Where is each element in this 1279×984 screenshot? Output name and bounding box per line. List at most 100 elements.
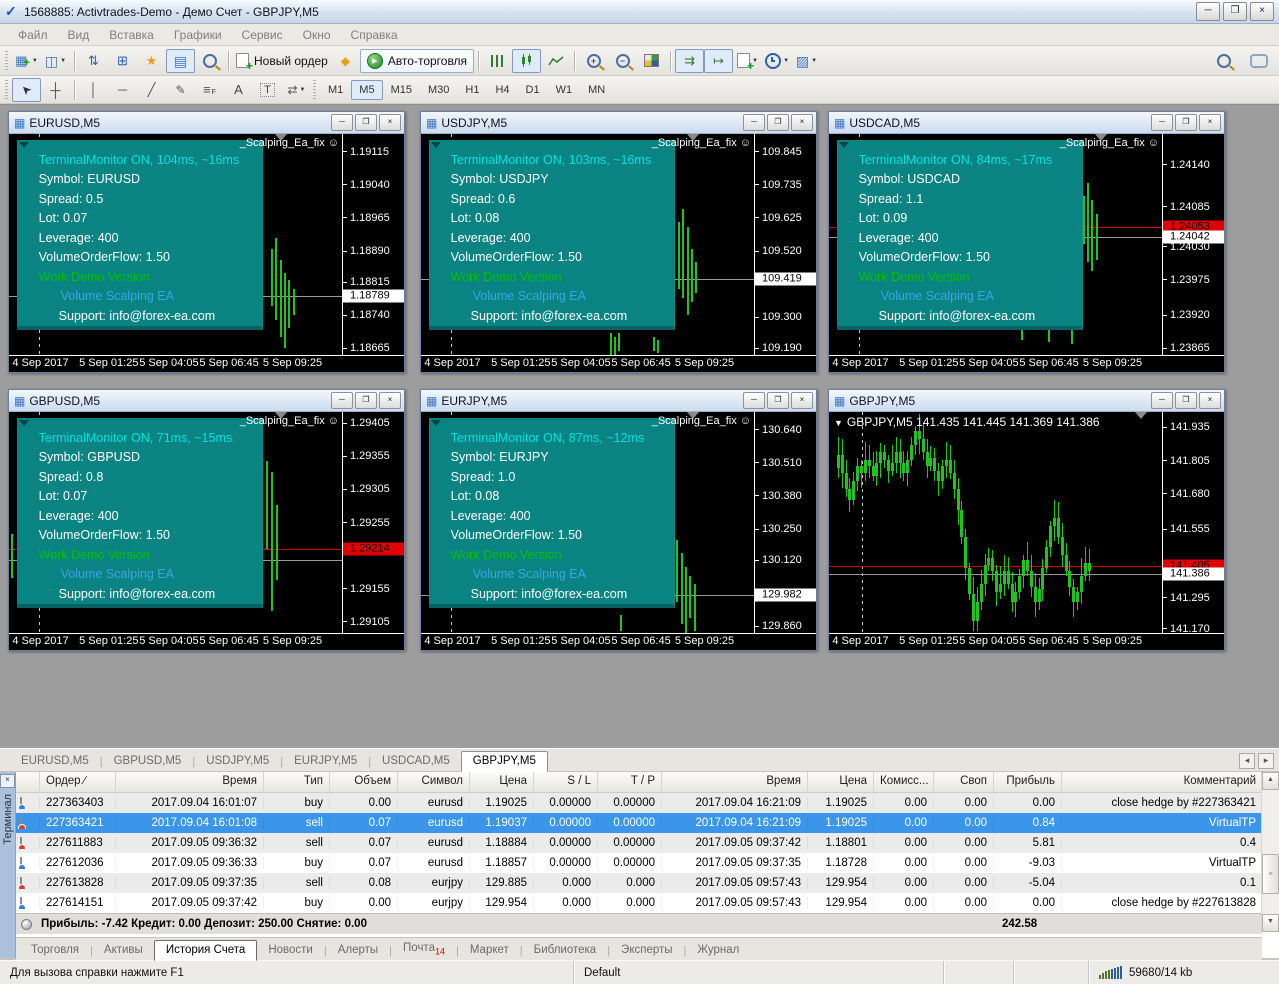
chart-minimize-button[interactable]: ─	[1151, 114, 1173, 131]
chart-restore-button[interactable]: ❐	[767, 114, 789, 131]
chart-window-titlebar[interactable]: ▦ EURUSD,M5 ─ ❐ ×	[9, 112, 404, 134]
terminal-tab-trade[interactable]: Торговля	[20, 941, 90, 960]
chart-plot-eurjpy[interactable]: TerminalMonitor ON, 87ms, ~12ms Symbol: E…	[421, 412, 754, 633]
chart-tab-eurusd-m5[interactable]: EURUSD,M5	[10, 752, 100, 771]
chart-minimize-button[interactable]: ─	[743, 392, 765, 409]
scrollbar-track[interactable]: ≡	[1262, 790, 1279, 914]
toolbar-grip[interactable]	[5, 79, 8, 100]
chart-restore-button[interactable]: ❐	[767, 392, 789, 409]
chart-restore-button[interactable]: ❐	[1175, 114, 1197, 131]
vline-tool-button[interactable]: │	[79, 78, 108, 102]
menu-window[interactable]: Окно	[293, 26, 341, 44]
chart-tab-usdjpy-m5[interactable]: USDJPY,M5	[195, 752, 280, 771]
column-header-order[interactable]: Ордер ∕	[40, 772, 116, 792]
text-tool-button[interactable]: A	[224, 78, 253, 102]
table-row-order-227363421[interactable]: 227363421 2017.09.04 16:01:08 sell 0.07 euru…	[16, 813, 1262, 833]
chart-window-titlebar[interactable]: ▦ USDCAD,M5 ─ ❐ ×	[829, 112, 1224, 134]
terminal-tab-news[interactable]: Новости	[257, 941, 324, 960]
price-scale-gbpjpy[interactable]: 141.935 141.805 141.680 141.555 141.295 141.1…	[1162, 412, 1224, 635]
column-header-sl[interactable]: S / L	[534, 772, 598, 792]
terminal-tab-market[interactable]: Маркет	[459, 941, 520, 960]
column-header-symbol[interactable]: Символ	[398, 772, 470, 792]
terminal-button[interactable]: ▤	[166, 48, 195, 73]
menu-service[interactable]: Сервис	[232, 26, 293, 44]
tile-windows-button[interactable]	[637, 49, 666, 73]
zoom-out-button[interactable]: −	[608, 49, 637, 73]
tab-scroll-right-icon[interactable]: ▸	[1258, 753, 1274, 769]
timeframe-mn-button[interactable]: MN	[580, 80, 613, 100]
terminal-tab-account-history[interactable]: История Счета	[153, 940, 258, 961]
table-row-order-227612036[interactable]: 227612036 2017.09.05 09:36:33 buy 0.07 eurus…	[16, 853, 1262, 873]
column-header-price2[interactable]: Цена	[808, 772, 874, 792]
toolbar-grip[interactable]	[5, 50, 8, 71]
trendline-tool-button[interactable]: ╱	[137, 78, 166, 102]
chat-icon-button[interactable]	[1244, 49, 1273, 73]
new-chart-button[interactable]: ▦ + ▼	[12, 49, 41, 73]
chart-restore-button[interactable]: ❐	[355, 392, 377, 409]
table-row-order-227613828[interactable]: 227613828 2017.09.05 09:37:35 sell 0.08 eurj…	[16, 873, 1262, 893]
timeframe-h1-button[interactable]: H1	[457, 80, 487, 100]
chart-plot-eurusd[interactable]: TerminalMonitor ON, 104ms, ~16ms Symbol: …	[9, 134, 342, 355]
periods-button[interactable]: ▼	[762, 49, 792, 73]
auto-scroll-button[interactable]: ⇉	[675, 48, 705, 73]
timeframe-m30-button[interactable]: M30	[420, 80, 457, 100]
chart-shift-button[interactable]: ↦	[704, 48, 734, 73]
data-window-button[interactable]: ⊞	[108, 49, 137, 73]
fibo-tool-button[interactable]: ≡ F	[195, 78, 224, 102]
search-icon-button[interactable]	[1209, 49, 1238, 73]
terminal-tab-alerts[interactable]: Алерты	[327, 941, 389, 960]
chart-restore-button[interactable]: ❐	[1175, 392, 1197, 409]
scrollbar-up-icon[interactable]: ▲	[1262, 772, 1279, 790]
timeframe-h4-button[interactable]: H4	[487, 80, 517, 100]
window-close-button[interactable]: ×	[1250, 2, 1274, 21]
autotrade-button[interactable]: ▶ Авто-торговля	[359, 48, 475, 73]
cursor-tool-button[interactable]: ➤	[12, 77, 41, 102]
column-header-swap[interactable]: Своп	[934, 772, 994, 792]
strategy-tester-button[interactable]	[195, 49, 224, 73]
column-header-time2[interactable]: Время	[662, 772, 808, 792]
chart-minimize-button[interactable]: ─	[743, 114, 765, 131]
navigator-button[interactable]: ★	[137, 49, 166, 73]
new-order-button[interactable]: Новый ордер	[233, 49, 331, 73]
timeframe-w1-button[interactable]: W1	[548, 80, 581, 100]
timeframe-m15-button[interactable]: M15	[383, 80, 420, 100]
chart-close-button[interactable]: ×	[379, 114, 401, 131]
status-profile[interactable]: Default	[574, 961, 944, 984]
chart-plot-usdjpy[interactable]: TerminalMonitor ON, 103ms, ~16ms Symbol: …	[421, 134, 754, 355]
chart-tab-eurjpy-m5[interactable]: EURJPY,M5	[283, 752, 368, 771]
price-scale-eurusd[interactable]: 1.19115 1.19040 1.18965 1.18890 1.18815 1.187…	[342, 134, 404, 355]
chart-close-button[interactable]: ×	[1199, 392, 1221, 409]
chart-minimize-button[interactable]: ─	[1151, 392, 1173, 409]
table-scrollbar[interactable]: ▲ ≡ ▼	[1261, 772, 1279, 932]
tab-scroll-left-icon[interactable]: ◂	[1239, 753, 1255, 769]
market-watch-button[interactable]: ⇅	[79, 49, 108, 73]
chart-plot-gbpusd[interactable]: TerminalMonitor ON, 71ms, ~15ms Symbol: G…	[9, 412, 342, 633]
chart-restore-button[interactable]: ❐	[355, 114, 377, 131]
chart-minimize-button[interactable]: ─	[331, 392, 353, 409]
terminal-close-button[interactable]: ×	[0, 774, 15, 788]
indicators-button[interactable]: ▼	[733, 49, 762, 73]
menu-help[interactable]: Справка	[341, 26, 408, 44]
column-header-volume[interactable]: Объем	[330, 772, 398, 792]
scrollbar-down-icon[interactable]: ▼	[1262, 914, 1279, 932]
timeframe-m1-button[interactable]: M1	[320, 80, 351, 100]
metaeditor-button[interactable]: ◆	[331, 49, 360, 73]
templates-button[interactable]: ▨ ▼	[792, 49, 821, 73]
scrollbar-thumb[interactable]: ≡	[1262, 854, 1279, 895]
window-titlebar[interactable]: ✓ 1568885: Activtrades-Demo - Демо Счет …	[0, 0, 1279, 24]
toolbar-grip[interactable]	[313, 79, 316, 100]
window-restore-button[interactable]: ❐	[1223, 2, 1247, 21]
terminal-tab-journal[interactable]: Журнал	[686, 941, 750, 960]
hline-tool-button[interactable]: ─	[108, 78, 137, 102]
table-row-order-227611883[interactable]: 227611883 2017.09.05 09:36:32 sell 0.07 euru…	[16, 833, 1262, 853]
column-header-time1[interactable]: Время	[116, 772, 264, 792]
chart-plot-usdcad[interactable]: TerminalMonitor ON, 84ms, ~17ms Symbol: U…	[829, 134, 1162, 355]
chart-close-button[interactable]: ×	[379, 392, 401, 409]
timeframe-d1-button[interactable]: D1	[518, 80, 548, 100]
terminal-tab-experts[interactable]: Эксперты	[610, 941, 683, 960]
menu-file[interactable]: Файл	[8, 26, 58, 44]
column-header-icon[interactable]	[16, 772, 40, 792]
line-chart-button[interactable]	[541, 49, 570, 73]
chart-window-titlebar[interactable]: ▦ GBPUSD,M5 ─ ❐ ×	[9, 390, 404, 412]
chart-minimize-button[interactable]: ─	[331, 114, 353, 131]
